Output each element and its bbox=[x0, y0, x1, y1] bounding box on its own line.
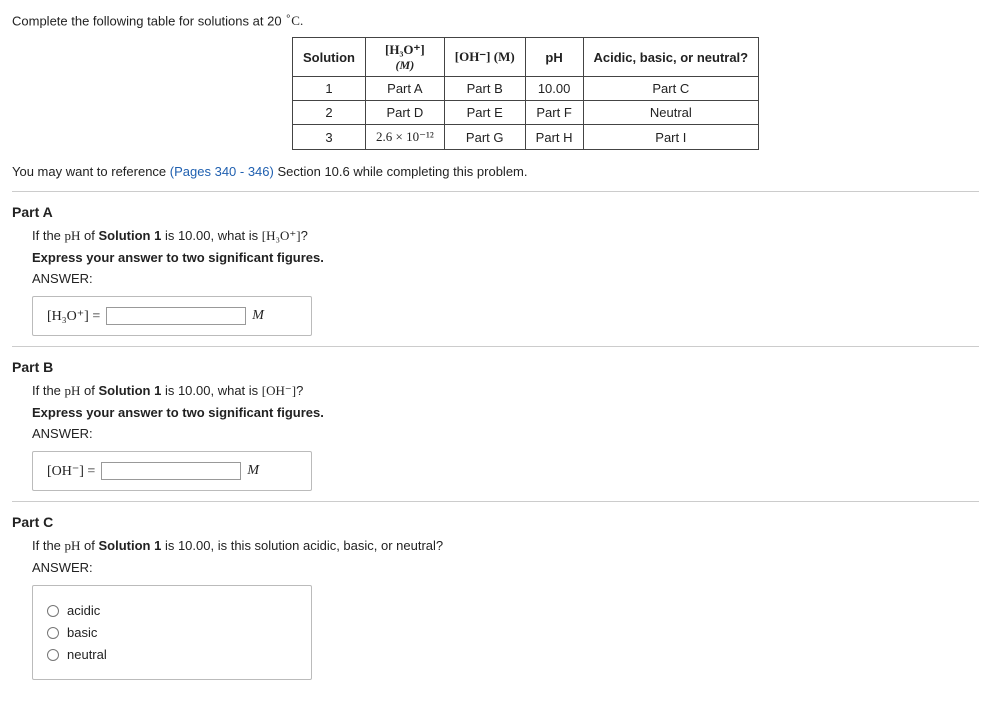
radio-option-neutral[interactable]: neutral bbox=[47, 647, 297, 662]
part-title: Part A bbox=[12, 204, 979, 220]
solutions-table-wrap: Solution [H₃O⁺] (M) [OH⁻] (M) pH Acidic,… bbox=[292, 37, 979, 150]
table-row: 2 Part D Part E Part F Neutral bbox=[293, 101, 759, 125]
answer-label: ANSWER: bbox=[32, 560, 979, 575]
question-line: If the pH of Solution 1 is 10.00, what i… bbox=[32, 383, 979, 399]
oh-input[interactable] bbox=[101, 462, 241, 480]
reference-line: You may want to reference (Pages 340 - 3… bbox=[12, 164, 979, 179]
separator bbox=[12, 346, 979, 347]
th-abn: Acidic, basic, or neutral? bbox=[583, 38, 759, 77]
table-row: 1 Part A Part B 10.00 Part C bbox=[293, 77, 759, 101]
th-oh: [OH⁻] (M) bbox=[444, 38, 525, 77]
unit-label: M bbox=[252, 308, 264, 324]
radio-option-basic[interactable]: basic bbox=[47, 625, 297, 640]
radio-neutral[interactable] bbox=[47, 649, 59, 661]
th-ph: pH bbox=[525, 38, 583, 77]
part-a: Part A If the pH of Solution 1 is 10.00,… bbox=[12, 204, 979, 336]
question-line: If the pH of Solution 1 is 10.00, what i… bbox=[32, 228, 979, 244]
separator bbox=[12, 191, 979, 192]
answer-box: [H₃O⁺] = M bbox=[32, 296, 312, 336]
part-b: Part B If the pH of Solution 1 is 10.00,… bbox=[12, 359, 979, 491]
th-solution: Solution bbox=[293, 38, 366, 77]
radio-option-acidic[interactable]: acidic bbox=[47, 603, 297, 618]
answer-lhs: [H₃O⁺] = bbox=[47, 308, 100, 325]
answer-box: [OH⁻] = M bbox=[32, 451, 312, 491]
radio-acidic[interactable] bbox=[47, 605, 59, 617]
express-line: Express your answer to two significant f… bbox=[32, 250, 979, 265]
part-title: Part B bbox=[12, 359, 979, 375]
pages-link[interactable]: (Pages 340 - 346) bbox=[170, 164, 274, 179]
answer-box: acidic basic neutral bbox=[32, 585, 312, 680]
answer-label: ANSWER: bbox=[32, 426, 979, 441]
th-h3o: [H₃O⁺] (M) bbox=[366, 38, 445, 77]
express-line: Express your answer to two significant f… bbox=[32, 405, 979, 420]
h3o-input[interactable] bbox=[106, 307, 246, 325]
answer-label: ANSWER: bbox=[32, 271, 979, 286]
table-row: 3 2.6 × 10⁻¹² Part G Part H Part I bbox=[293, 125, 759, 150]
unit-label: M bbox=[247, 463, 259, 479]
part-c: Part C If the pH of Solution 1 is 10.00,… bbox=[12, 514, 979, 680]
separator bbox=[12, 501, 979, 502]
question-line: If the pH of Solution 1 is 10.00, is thi… bbox=[32, 538, 979, 554]
radio-basic[interactable] bbox=[47, 627, 59, 639]
solutions-table: Solution [H₃O⁺] (M) [OH⁻] (M) pH Acidic,… bbox=[292, 37, 759, 150]
intro-line: Complete the following table for solutio… bbox=[12, 12, 979, 29]
part-title: Part C bbox=[12, 514, 979, 530]
answer-lhs: [OH⁻] = bbox=[47, 463, 95, 480]
